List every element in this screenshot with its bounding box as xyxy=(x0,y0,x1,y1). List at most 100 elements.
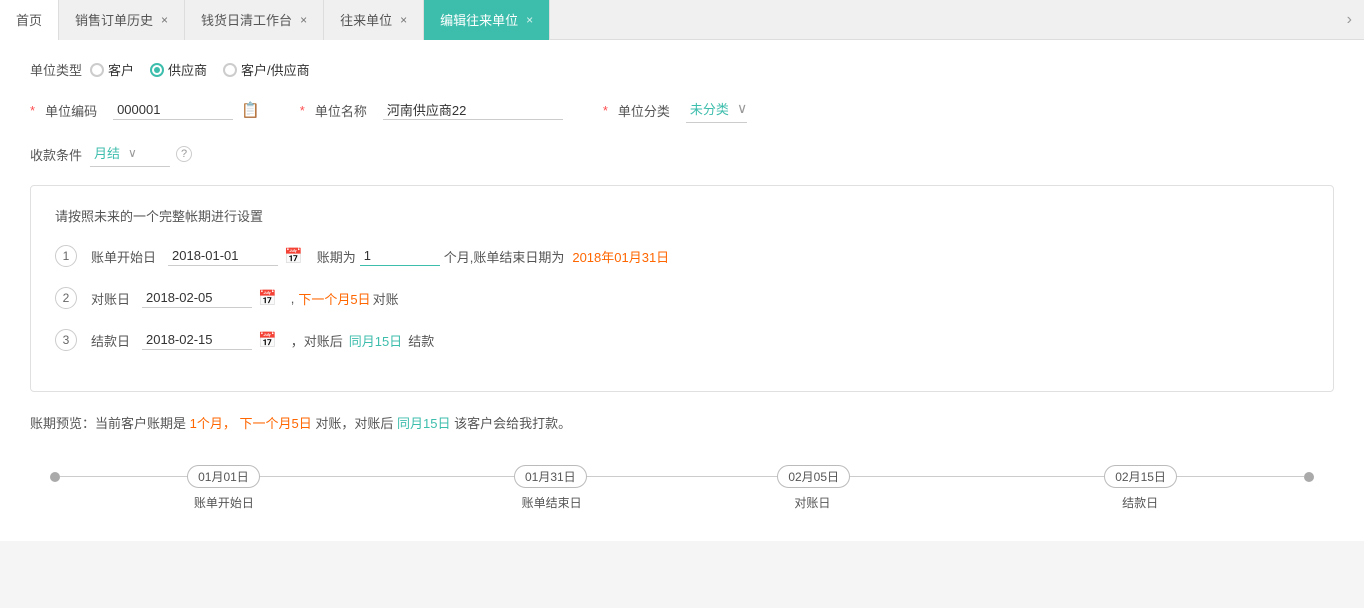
timeline-segment-1 xyxy=(260,476,514,477)
payment-terms-help[interactable]: ? xyxy=(176,146,192,162)
payment-terms-row: 收款条件 月结 ∨ ? xyxy=(30,141,1334,167)
tab-sales-history-close[interactable]: × xyxy=(161,13,168,27)
step-2-number: 2 xyxy=(55,287,77,309)
timeline-segment-2 xyxy=(587,476,778,477)
unit-code-star: * xyxy=(30,103,35,118)
preview-prefix: 账期预览：当前客户账期是 xyxy=(30,416,186,431)
timeline-right-end xyxy=(1304,472,1314,482)
unit-code-input[interactable] xyxy=(113,100,233,120)
timeline-label-1-text: 账单开始日 xyxy=(194,494,254,511)
step-1-date-input[interactable] xyxy=(168,246,278,266)
payment-terms-arrow: ∨ xyxy=(128,146,137,160)
timeline-node-4-badge: 02月15日 xyxy=(1104,465,1177,488)
unit-category-value: 未分类 xyxy=(686,97,733,120)
step-2-calendar-icon[interactable]: 📅 xyxy=(258,289,277,307)
unit-code-icon[interactable]: 📋 xyxy=(241,101,260,119)
step-1-row: 1 账单开始日 📅 账期为 个月,账单结束日期为 2018年01月31日 xyxy=(55,245,1309,267)
step-3-number: 3 xyxy=(55,329,77,351)
timeline-section: 01月01日 01月31日 02月05日 02月15日 xyxy=(30,455,1334,521)
step-2-highlight: 下一个月5日 xyxy=(298,289,370,308)
timeline-segment-3 xyxy=(850,476,1104,477)
step-1-label: 账单开始日 xyxy=(91,247,156,266)
timeline-label-2-text: 账单结束日 xyxy=(522,494,582,511)
tab-cash-workbench-close[interactable]: × xyxy=(300,13,307,27)
step-1-calendar-icon[interactable]: 📅 xyxy=(284,247,303,265)
radio-customer[interactable]: 客户 xyxy=(90,60,134,79)
timeline-node-2-badge: 01月31日 xyxy=(514,465,587,488)
timeline-label-2: 账单结束日 xyxy=(522,494,582,511)
timeline-node-4: 02月15日 xyxy=(1104,465,1177,488)
radio-both-label: 客户/供应商 xyxy=(241,60,310,79)
tab-edit-partner-close[interactable]: × xyxy=(526,13,533,27)
unit-name-group: * 单位名称 xyxy=(300,100,563,120)
payment-terms-label: 收款条件 xyxy=(30,145,82,164)
preview-reconcile: 下一个月5日 xyxy=(240,416,312,431)
step-1-end-date: 2018年01月31日 xyxy=(572,247,669,266)
page-content: 单位类型 客户 供应商 客户/供应商 * 单位编码 📋 * 单位名称 xyxy=(0,40,1364,541)
unit-code-label: 单位编码 xyxy=(45,101,97,120)
timeline-segment-0 xyxy=(60,476,187,477)
tab-home[interactable]: 首页 xyxy=(0,0,59,40)
unit-type-radio-group: 客户 供应商 客户/供应商 xyxy=(90,60,310,79)
timeline-label-3-text: 对账日 xyxy=(794,494,830,511)
unit-name-label: 单位名称 xyxy=(315,101,367,120)
tab-edit-partner[interactable]: 编辑往来单位 × xyxy=(424,0,550,40)
timeline-segment-4 xyxy=(1177,476,1304,477)
tabs-bar: 首页 销售订单历史 × 钱货日清工作台 × 往来单位 × 编辑往来单位 × › xyxy=(0,0,1364,40)
tabs-scroll-right[interactable]: › xyxy=(1335,11,1364,29)
timeline-label-1: 账单开始日 xyxy=(194,494,254,511)
unit-type-label: 单位类型 xyxy=(30,60,82,79)
radio-supplier-circle xyxy=(150,63,164,77)
preview-suffix: 该客户会给我打款。 xyxy=(454,416,571,431)
unit-type-row: 单位类型 客户 供应商 客户/供应商 xyxy=(30,60,1334,79)
step-1-period-input[interactable] xyxy=(360,246,440,266)
step-3-highlight: 同月15日 xyxy=(349,331,402,350)
payment-terms-dropdown[interactable]: 月结 ∨ xyxy=(90,141,170,167)
timeline-labels: 账单开始日 账单结束日 对账日 结款日 xyxy=(50,494,1314,511)
unit-category-group: * 单位分类 未分类 ∨ xyxy=(603,97,747,123)
preview-months: 1个月， xyxy=(190,416,236,431)
radio-customer-label: 客户 xyxy=(108,60,134,79)
step-2-suffix: 对账 xyxy=(373,289,399,308)
tab-sales-history[interactable]: 销售订单历史 × xyxy=(59,0,185,40)
unit-name-star: * xyxy=(300,103,305,118)
preview-section: 账期预览：当前客户账期是 1个月， 下一个月5日 对账，对账后 同月15日 该客… xyxy=(30,412,1334,435)
step-1-period-text: 账期为 xyxy=(317,247,356,266)
tab-partner-units-close[interactable]: × xyxy=(400,13,407,27)
step-2-date-input[interactable] xyxy=(142,288,252,308)
unit-code-group: * 单位编码 📋 xyxy=(30,100,260,120)
tab-cash-workbench-label: 钱货日清工作台 xyxy=(201,10,292,29)
unit-category-dropdown[interactable]: 未分类 ∨ xyxy=(686,97,747,123)
radio-both-circle xyxy=(223,63,237,77)
tab-partner-units-label: 往来单位 xyxy=(340,10,392,29)
unit-name-input[interactable] xyxy=(383,100,563,120)
preview-payment: 同月15日 xyxy=(397,416,450,431)
timeline-label-4: 结款日 xyxy=(1110,494,1170,511)
step-3-label: 结款日 xyxy=(91,331,130,350)
tab-partner-units[interactable]: 往来单位 × xyxy=(324,0,424,40)
step-3-prefix: ，对账后 xyxy=(291,331,343,350)
timeline-label-3: 对账日 xyxy=(782,494,842,511)
section-instruction: 请按照未来的一个完整帐期进行设置 xyxy=(55,206,1309,225)
timeline-node-1-badge: 01月01日 xyxy=(187,465,260,488)
step-3-suffix: 结款 xyxy=(408,331,434,350)
radio-supplier[interactable]: 供应商 xyxy=(150,60,207,79)
timeline-bar: 01月01日 01月31日 02月05日 02月15日 xyxy=(50,465,1314,488)
timeline-node-3-badge: 02月05日 xyxy=(777,465,850,488)
tab-home-label: 首页 xyxy=(16,10,42,29)
timeline-node-1: 01月01日 xyxy=(187,465,260,488)
tab-cash-workbench[interactable]: 钱货日清工作台 × xyxy=(185,0,324,40)
step-3-date-input[interactable] xyxy=(142,330,252,350)
radio-customer-circle xyxy=(90,63,104,77)
step-3-row: 3 结款日 📅 ，对账后 同月15日 结款 xyxy=(55,329,1309,351)
step-1-number: 1 xyxy=(55,245,77,267)
preview-middle: 对账，对账后 xyxy=(315,416,393,431)
period-settings-section: 请按照未来的一个完整帐期进行设置 1 账单开始日 📅 账期为 个月,账单结束日期… xyxy=(30,185,1334,392)
radio-supplier-label: 供应商 xyxy=(168,60,207,79)
radio-both[interactable]: 客户/供应商 xyxy=(223,60,310,79)
timeline-left-end xyxy=(50,472,60,482)
step-1-period-unit: 个月,账单结束日期为 xyxy=(444,247,565,266)
timeline-label-4-text: 结款日 xyxy=(1122,494,1158,511)
payment-terms-value: 月结 xyxy=(90,141,124,164)
step-3-calendar-icon[interactable]: 📅 xyxy=(258,331,277,349)
